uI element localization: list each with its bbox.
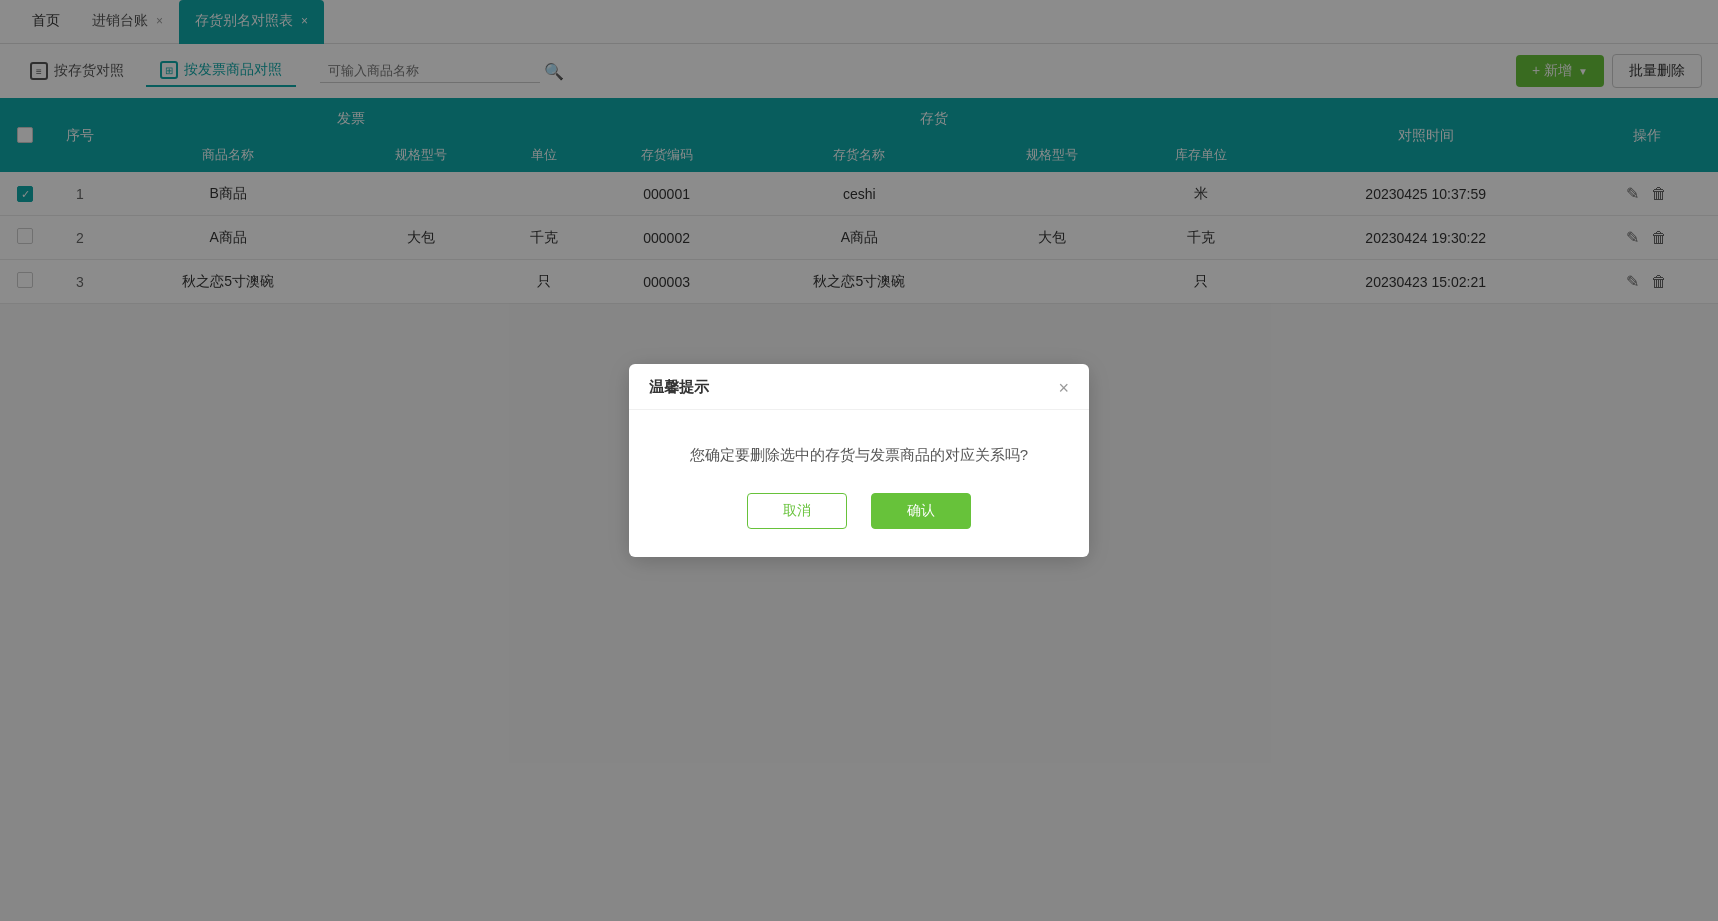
modal-overlay: 温馨提示 × 您确定要删除选中的存货与发票商品的对应关系吗? 取消 确认 (0, 0, 1718, 304)
